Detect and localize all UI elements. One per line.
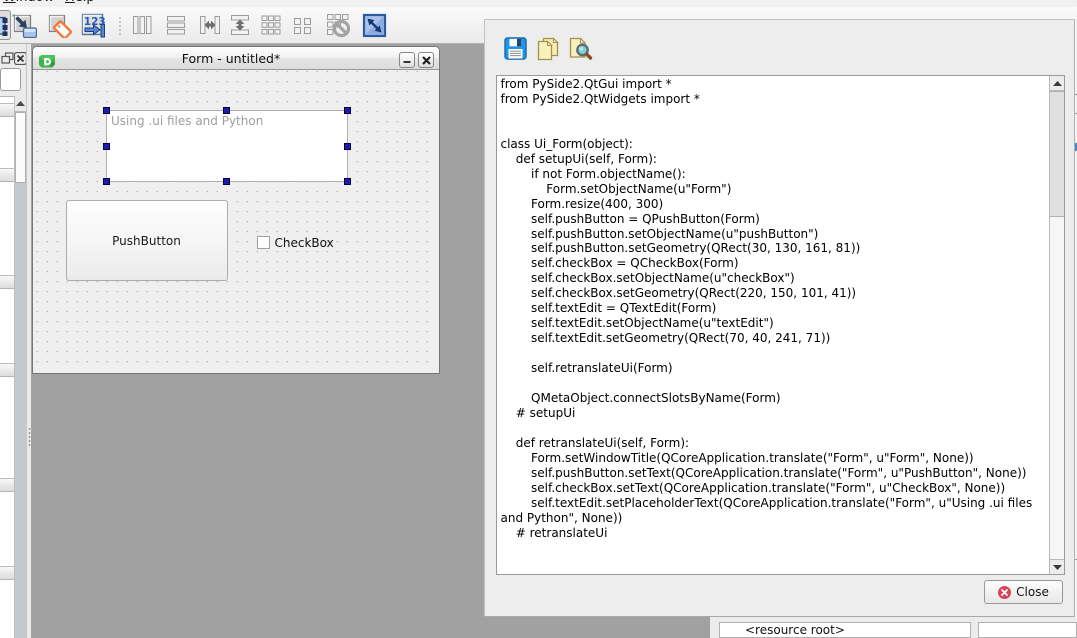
edit-buddies-button[interactable] xyxy=(45,10,75,40)
code-line: self.retranslateUi(Form) xyxy=(501,361,1033,376)
lay-out-in-a-form-layout-button[interactable] xyxy=(288,10,318,40)
break-layout-button[interactable] xyxy=(323,10,353,40)
selection-handle[interactable] xyxy=(344,107,351,114)
menu-help[interactable]: Help xyxy=(65,0,95,4)
code-line: and Python", None)) xyxy=(501,511,1033,526)
textedit-widget[interactable]: Using .ui files and Python xyxy=(106,110,348,182)
resource-root-label: <resource root> xyxy=(745,623,845,637)
code-line xyxy=(501,107,1033,122)
code-line: Form.setObjectName(u"Form") xyxy=(501,182,1033,197)
scroll-down-icon[interactable] xyxy=(1050,559,1064,574)
selection-handle[interactable] xyxy=(344,178,351,185)
close-button-label: Close xyxy=(1016,585,1049,599)
code-scrollbar[interactable] xyxy=(1049,76,1064,574)
lay-out-vertically-button[interactable] xyxy=(161,10,191,40)
widgetbox-right-border xyxy=(26,44,27,638)
form-window-title: Form - untitled* xyxy=(28,51,434,66)
code-line: from PySide2.QtWidgets import * xyxy=(501,92,1033,107)
widgetbox-scrollbar-thumb[interactable] xyxy=(15,112,26,183)
checkbox-indicator[interactable] xyxy=(257,236,270,249)
code-line: QMetaObject.connectSlotsByName(Form) xyxy=(501,391,1033,406)
code-line: self.checkBox.setObjectName(u"checkBox") xyxy=(501,271,1033,286)
code-line: if not Form.objectName(): xyxy=(501,167,1033,182)
code-line: # retranslateUi xyxy=(501,526,1033,541)
toolbar-separator xyxy=(119,15,121,35)
close-button[interactable]: Close xyxy=(984,580,1063,604)
widgetbox-scrollbar[interactable] xyxy=(14,96,26,638)
copy-icon[interactable] xyxy=(536,37,560,61)
code-text-area[interactable]: from PySide2.QtGui import *from PySide2.… xyxy=(496,75,1065,575)
code-preview-dialog: from PySide2.QtGui import *from PySide2.… xyxy=(484,19,1075,617)
widget-box-dock xyxy=(0,44,31,638)
widgetbox-category[interactable] xyxy=(0,566,14,580)
code-line: Form.resize(400, 300) xyxy=(501,197,1033,212)
selection-handle[interactable] xyxy=(344,143,351,150)
code-line xyxy=(501,346,1033,361)
code-line: self.pushButton.setObjectName(u"pushButt… xyxy=(501,227,1033,242)
widgetbox-category[interactable] xyxy=(0,103,14,117)
code-line: Form.setWindowTitle(QCoreApplication.tra… xyxy=(501,451,1033,466)
edit-tab-order-button[interactable]: 123 xyxy=(78,10,108,40)
selection-handle[interactable] xyxy=(223,107,230,114)
code-line: self.textEdit.setObjectName(u"textEdit") xyxy=(501,316,1033,331)
menu-window[interactable]: Window xyxy=(3,0,54,4)
code-line: self.checkBox.setGeometry(QRect(220, 150… xyxy=(501,286,1033,301)
code-scrollbar-thumb[interactable] xyxy=(1050,91,1064,217)
checkbox-label: CheckBox xyxy=(275,236,334,250)
window-minimize-button[interactable] xyxy=(399,52,415,68)
textedit-placeholder: Using .ui files and Python xyxy=(111,114,263,128)
widgetbox-category[interactable] xyxy=(0,168,14,182)
adjust-size-button[interactable] xyxy=(359,10,389,40)
lay-out-horizontally-button[interactable] xyxy=(127,10,157,40)
code-line: self.checkBox = QCheckBox(Form) xyxy=(501,256,1033,271)
code-line: self.textEdit.setPlaceholderText(QCoreAp… xyxy=(501,496,1033,511)
widgetbox-category[interactable] xyxy=(0,478,14,492)
lay-out-vertically-in-splitter-button[interactable] xyxy=(225,10,255,40)
scroll-up-icon[interactable] xyxy=(1050,76,1064,91)
edit-signals-slots-button[interactable] xyxy=(9,10,39,40)
form-window-titlebar[interactable]: Form - untitled* xyxy=(33,47,439,70)
selection-handle[interactable] xyxy=(103,107,110,114)
find-icon[interactable] xyxy=(569,37,593,61)
code-line xyxy=(501,421,1033,436)
lay-out-in-a-grid-button[interactable] xyxy=(256,10,286,40)
menubar: Window Help xyxy=(0,0,1077,7)
selection-handle[interactable] xyxy=(103,178,110,185)
code-line: self.textEdit = QTextEdit(Form) xyxy=(501,301,1033,316)
checkbox-widget[interactable]: CheckBox xyxy=(257,236,334,250)
pushbutton-widget[interactable]: PushButton xyxy=(66,200,228,281)
code-line: def retranslateUi(self, Form): xyxy=(501,436,1033,451)
code-line: self.pushButton = QPushButton(Form) xyxy=(501,212,1033,227)
scroll-up-icon[interactable] xyxy=(15,96,26,112)
code-line: # setupUi xyxy=(501,406,1033,421)
save-icon[interactable] xyxy=(504,37,528,61)
form-window: Form - untitled* Using .ui files and Pyt… xyxy=(32,46,440,374)
code-line xyxy=(501,376,1033,391)
widgetbox-category[interactable] xyxy=(0,275,14,289)
code-text: from PySide2.QtGui import *from PySide2.… xyxy=(501,77,1033,541)
code-line xyxy=(501,122,1033,137)
code-line: self.checkBox.setText(QCoreApplication.t… xyxy=(501,481,1033,496)
pushbutton-label: PushButton xyxy=(112,234,181,248)
widgetbox-list[interactable] xyxy=(0,96,14,638)
code-line: class Ui_Form(object): xyxy=(501,137,1033,152)
bottom-dock-area: <resource root> xyxy=(710,617,1077,638)
resource-browser[interactable]: <resource root> xyxy=(719,622,971,638)
selection-handle[interactable] xyxy=(223,178,230,185)
lay-out-horizontally-in-splitter-button[interactable] xyxy=(195,10,225,40)
widgetbox-filter-input[interactable] xyxy=(0,68,21,91)
selection-handle[interactable] xyxy=(103,143,110,150)
window-close-button[interactable] xyxy=(418,52,434,68)
designer-form-icon xyxy=(39,53,56,72)
bottom-panel xyxy=(978,622,1077,638)
code-line: self.pushButton.setText(QCoreApplication… xyxy=(501,466,1033,481)
dock-float-icon[interactable] xyxy=(1,50,14,63)
code-line: self.pushButton.setGeometry(QRect(30, 13… xyxy=(501,241,1033,256)
code-line: from PySide2.QtGui import * xyxy=(501,77,1033,92)
form-canvas[interactable]: Using .ui files and Python PushButton Ch… xyxy=(34,71,439,373)
widgetbox-category[interactable] xyxy=(0,363,14,377)
code-line: def setupUi(self, Form): xyxy=(501,152,1033,167)
code-line: self.textEdit.setGeometry(QRect(70, 40, … xyxy=(501,331,1033,346)
close-x-icon xyxy=(998,586,1011,599)
